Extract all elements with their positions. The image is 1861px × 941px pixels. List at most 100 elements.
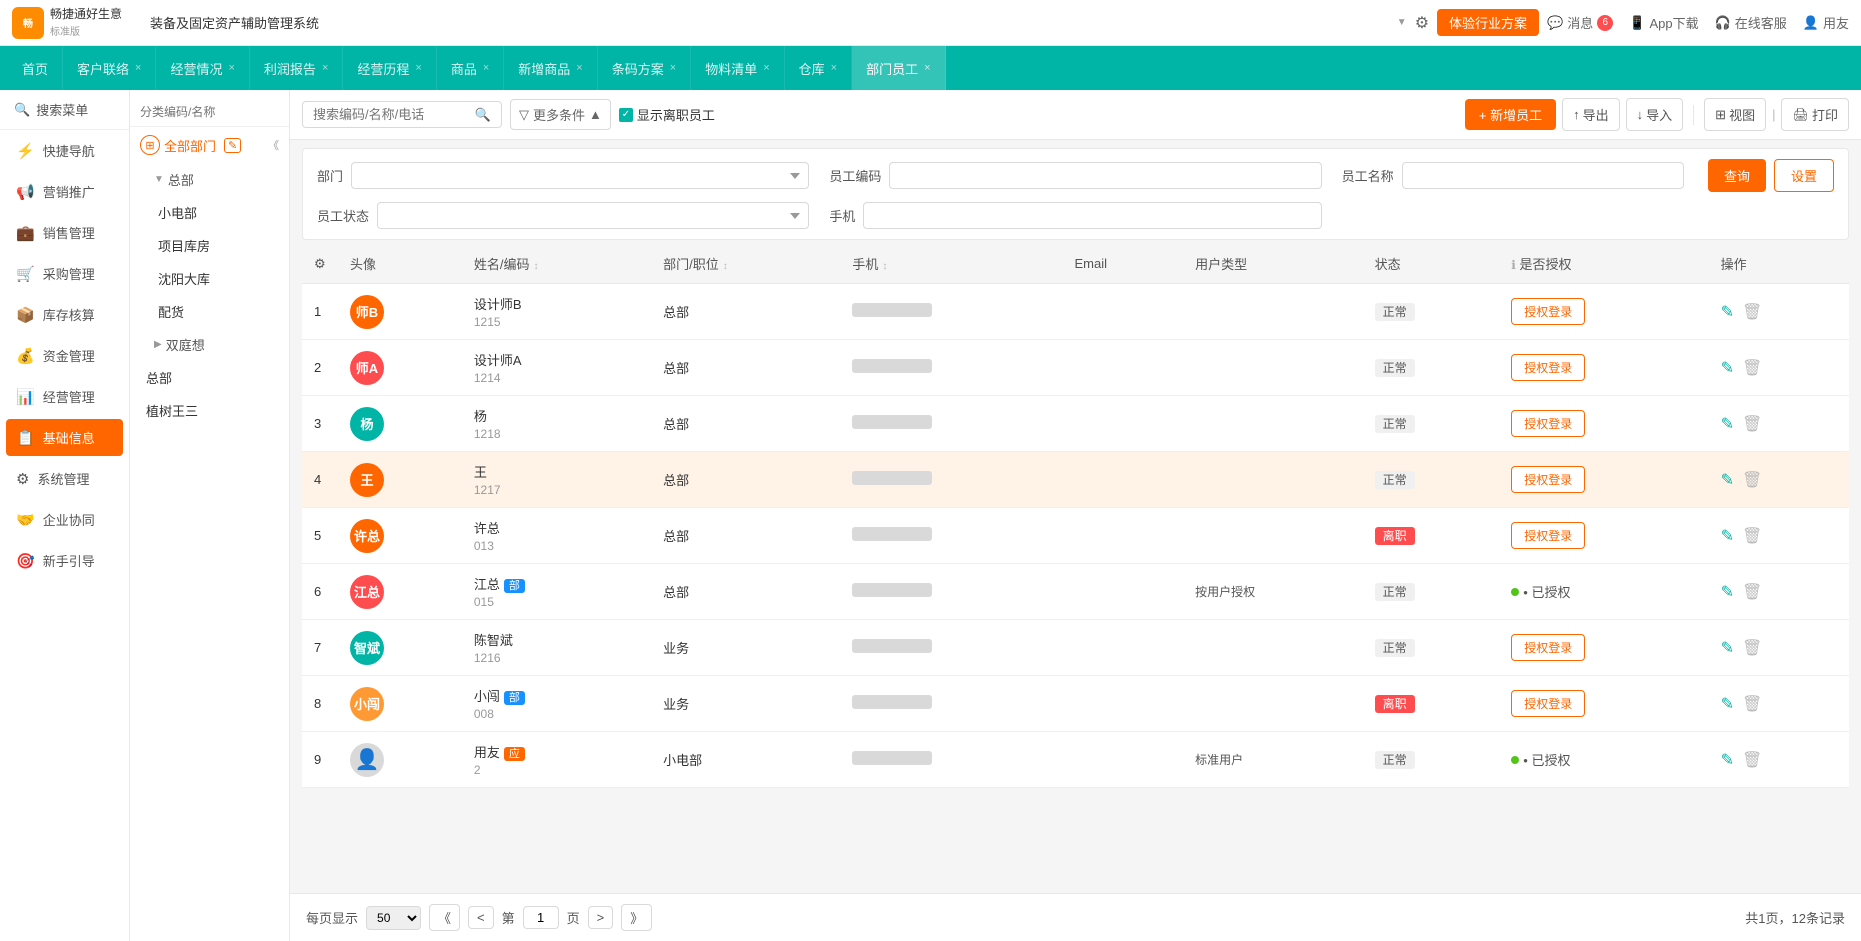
tab-home[interactable]: 首页 (8, 46, 63, 90)
delete-btn[interactable]: 🗑 (1742, 470, 1762, 490)
sidebar-item-system[interactable]: ⚙ 系统管理 (0, 458, 129, 499)
dept-collapse-btn[interactable]: ⊞ (140, 135, 160, 155)
status-filter-select[interactable] (377, 202, 809, 229)
tab-barcode[interactable]: 条码方案 × (598, 46, 691, 90)
app-download-btn[interactable]: 📱 App下载 (1629, 13, 1698, 32)
delete-btn[interactable]: 🗑 (1742, 582, 1762, 602)
delete-btn[interactable]: 🗑 (1742, 414, 1762, 434)
dept-item-project[interactable]: 项目库房 (142, 229, 289, 262)
close-icon[interactable]: × (924, 62, 930, 74)
sidebar-search[interactable]: 🔍 搜索菜单 (0, 90, 129, 130)
tab-customer[interactable]: 客户联络 × (63, 46, 156, 90)
delete-btn[interactable]: 🗑 (1742, 638, 1762, 658)
close-icon[interactable]: × (135, 62, 141, 74)
sidebar-item-marketing[interactable]: 📢 营销推广 (0, 171, 129, 212)
sidebar-item-guide[interactable]: 🎯 新手引导 (0, 540, 129, 581)
emp-code-input[interactable] (889, 162, 1321, 189)
auth-login-btn[interactable]: 授权登录 (1511, 298, 1585, 325)
more-conditions-btn[interactable]: ▽ 更多条件 ▲ (510, 99, 611, 130)
delete-btn[interactable]: 🗑 (1742, 750, 1762, 770)
sidebar-item-sales[interactable]: 💼 销售管理 (0, 212, 129, 253)
auth-login-btn[interactable]: 授权登录 (1511, 410, 1585, 437)
sidebar-item-basic[interactable]: 📋 基础信息 (6, 419, 123, 456)
settings-icon[interactable]: ⚙ (1415, 13, 1429, 33)
dept-search-input[interactable] (140, 105, 290, 119)
th-settings[interactable]: ⚙ (302, 244, 338, 284)
import-btn[interactable]: ↓ 导入 (1626, 98, 1684, 131)
sidebar-item-inventory[interactable]: 📦 库存核算 (0, 294, 129, 335)
close-icon[interactable]: × (322, 62, 328, 74)
edit-btn[interactable]: ✎ (1721, 526, 1734, 546)
edit-btn[interactable]: ✎ (1721, 694, 1734, 714)
close-icon[interactable]: × (763, 62, 769, 74)
dept-item-shenyang[interactable]: 沈阳大库 (142, 262, 289, 295)
tab-bom[interactable]: 物料清单 × (691, 46, 784, 90)
edit-btn[interactable]: ✎ (1721, 638, 1734, 658)
dept-item-peihuo[interactable]: 配货 (142, 295, 289, 328)
close-icon[interactable]: × (670, 62, 676, 74)
system-title-arrow[interactable]: ▼ (1397, 17, 1407, 28)
delete-btn[interactable]: 🗑 (1742, 694, 1762, 714)
show-inactive-toggle[interactable]: ✓ 显示离职员工 (619, 105, 715, 124)
tab-dept-employee[interactable]: 部门员工 × (852, 46, 945, 90)
th-dept[interactable]: 部门/职位 (651, 244, 840, 284)
message-btn[interactable]: 💬 消息 6 (1547, 13, 1613, 32)
search-btn[interactable]: 🔍 (470, 102, 496, 128)
first-page-btn[interactable]: 《 (429, 904, 460, 931)
sidebar-item-shortcut[interactable]: ⚡ 快捷导航 (0, 130, 129, 171)
last-page-btn[interactable]: 》 (621, 904, 652, 931)
sidebar-item-purchase[interactable]: 🛒 采购管理 (0, 253, 129, 294)
auth-login-btn[interactable]: 授权登录 (1511, 522, 1585, 549)
sidebar-item-operations[interactable]: 📊 经营管理 (0, 376, 129, 417)
tab-operations[interactable]: 经营情况 × (156, 46, 249, 90)
edit-btn[interactable]: ✎ (1721, 470, 1734, 490)
delete-btn[interactable]: 🗑 (1742, 358, 1762, 378)
close-icon[interactable]: × (483, 62, 489, 74)
close-icon[interactable]: × (228, 62, 234, 74)
close-icon[interactable]: × (576, 62, 582, 74)
tab-add-goods[interactable]: 新增商品 × (504, 46, 597, 90)
add-employee-btn[interactable]: + 新增员工 (1465, 99, 1556, 130)
th-name[interactable]: 姓名/编码 (462, 244, 651, 284)
next-page-btn[interactable]: > (588, 906, 614, 929)
view-btn[interactable]: ⊞ 视图 (1704, 98, 1766, 131)
tab-profit[interactable]: 利润报告 × (250, 46, 343, 90)
dept-item-zhishu[interactable]: 植树王三 (130, 394, 289, 427)
close-icon[interactable]: × (831, 62, 837, 74)
edit-btn[interactable]: ✎ (1721, 302, 1734, 322)
prev-page-btn[interactable]: < (468, 906, 494, 929)
edit-btn[interactable]: ✎ (1721, 750, 1734, 770)
edit-btn[interactable]: ✎ (1721, 582, 1734, 602)
page-input[interactable] (523, 906, 559, 929)
tab-goods[interactable]: 商品 × (437, 46, 504, 90)
try-btn[interactable]: 体验行业方案 (1437, 9, 1539, 36)
th-phone[interactable]: 手机 (840, 244, 1062, 284)
user-area[interactable]: 👤 用友 (1803, 13, 1849, 32)
dept-group-label-head[interactable]: ▼ 总部 (142, 163, 289, 196)
auth-login-btn[interactable]: 授权登录 (1511, 634, 1585, 661)
export-btn[interactable]: ↑ 导出 (1562, 98, 1620, 131)
delete-btn[interactable]: 🗑 (1742, 526, 1762, 546)
emp-name-input[interactable] (1402, 162, 1684, 189)
show-inactive-checkbox[interactable]: ✓ (619, 108, 633, 122)
dept-item-xiao[interactable]: 小电部 (142, 196, 289, 229)
tab-journey[interactable]: 经营历程 × (343, 46, 436, 90)
close-icon[interactable]: × (415, 62, 421, 74)
auth-login-btn[interactable]: 授权登录 (1511, 354, 1585, 381)
edit-btn[interactable]: ✎ (1721, 414, 1734, 434)
dept-all-header[interactable]: ⊞ 全部部门 ✎ 《 (130, 127, 289, 163)
edit-btn[interactable]: ✎ (1721, 358, 1734, 378)
dept-filter-select[interactable] (351, 162, 809, 189)
online-service-btn[interactable]: 🎧 在线客服 (1715, 13, 1787, 32)
dept-item-zongbu[interactable]: 总部 (130, 361, 289, 394)
dept-collapse-arrow[interactable]: 《 (268, 137, 279, 153)
tab-warehouse[interactable]: 仓库 × (785, 46, 852, 90)
query-btn[interactable]: 查询 (1708, 159, 1766, 192)
delete-btn[interactable]: 🗑 (1742, 302, 1762, 322)
sidebar-item-finance[interactable]: 💰 资金管理 (0, 335, 129, 376)
auth-login-btn[interactable]: 授权登录 (1511, 466, 1585, 493)
auth-login-btn[interactable]: 授权登录 (1511, 690, 1585, 717)
per-page-select[interactable]: 50 20 100 (366, 906, 421, 930)
phone-filter-input[interactable] (863, 202, 1321, 229)
sidebar-item-collab[interactable]: 🤝 企业协同 (0, 499, 129, 540)
